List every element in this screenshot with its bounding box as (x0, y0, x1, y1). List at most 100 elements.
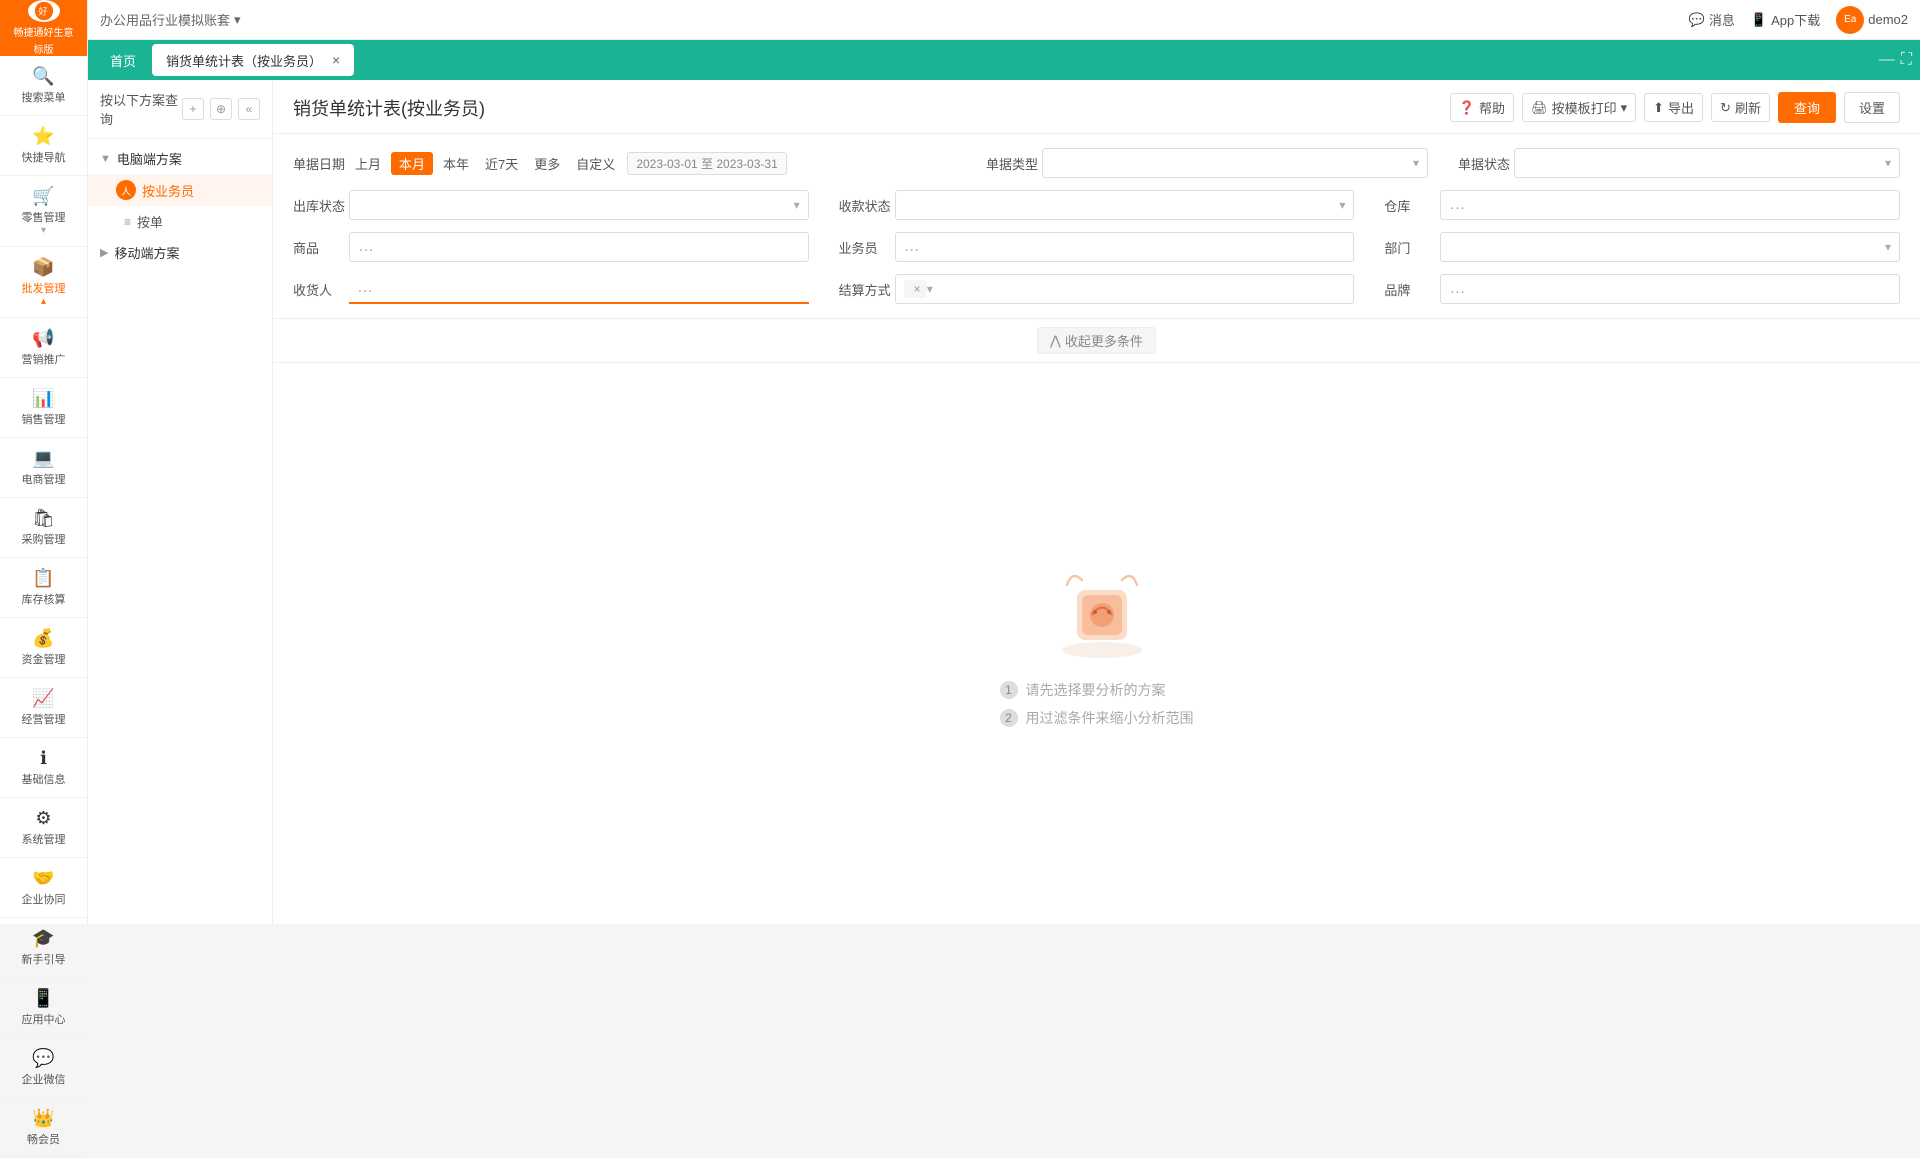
sidebar-item-guide[interactable]: 🎓 新手引导 (0, 918, 87, 978)
mobile-expand-icon: ▶ (100, 246, 108, 259)
settlement-control[interactable]: × ▾ (895, 274, 1355, 304)
user-menu[interactable]: Ea demo2 (1836, 6, 1908, 34)
ecommerce-icon: 💻 (32, 448, 54, 469)
doc-type-control[interactable]: ▾ (1042, 148, 1428, 178)
scheme-item-by-salesperson[interactable]: 人 按业务员 (88, 174, 272, 206)
username: demo2 (1868, 12, 1908, 27)
message-btn[interactable]: 💬 消息 (1689, 10, 1735, 29)
basic-icon: ℹ (40, 748, 47, 769)
star-icon: ⭐ (32, 126, 54, 147)
sidebar-item-label: 电商管理 (22, 471, 66, 487)
doc-status-filter-item: 单据状态 ▾ (1458, 148, 1900, 178)
tab-home[interactable]: 首页 (96, 44, 150, 76)
sidebar-item-label: 应用中心 (22, 1011, 66, 1027)
company-name: 办公用品行业模拟账套 (100, 10, 230, 29)
sidebar-item-retail[interactable]: 🛒 零售管理 ▾ (0, 176, 87, 247)
date-option-custom[interactable]: 自定义 (570, 152, 621, 175)
filter-row-4: 收货人 … 结算方式 × ▾ (293, 274, 1900, 304)
sidebar-item-finance[interactable]: 💰 资金管理 (0, 618, 87, 678)
left-panel-header: 按以下方案查询 + ⊕ « (88, 80, 272, 139)
content-area: 按以下方案查询 + ⊕ « ▼ 电脑端方案 人 按业务员 ≡ 按单 (88, 80, 1920, 924)
print-icon: 🖨 (1531, 100, 1548, 116)
refresh-btn[interactable]: ↻ 刷新 (1711, 93, 1770, 122)
scheme-sub-label: 按单 (137, 212, 163, 231)
empty-tip-1: 1 请先选择要分析的方案 (1000, 680, 1194, 700)
date-option-7days[interactable]: 近7天 (479, 152, 524, 175)
outbound-control[interactable]: ▾ (349, 190, 809, 220)
sidebar-item-member[interactable]: 👑 畅会员 (0, 1098, 87, 1158)
date-option-more[interactable]: 更多 (528, 152, 566, 175)
sidebar-item-inventory[interactable]: 📋 库存核算 (0, 558, 87, 618)
sidebar-item-sales[interactable]: 📊 销售管理 (0, 378, 87, 438)
department-control[interactable]: ▾ (1440, 232, 1900, 262)
marketing-icon: 📢 (32, 328, 54, 349)
sidebar-item-label: 系统管理 (22, 831, 66, 847)
app-download-btn[interactable]: 📱 App下载 (1751, 10, 1820, 29)
export-btn[interactable]: ⬆ 导出 (1644, 93, 1703, 122)
tip1-text: 请先选择要分析的方案 (1026, 680, 1166, 700)
doc-status-control[interactable]: ▾ (1514, 148, 1900, 178)
empty-tip-2: 2 用过滤条件来缩小分析范围 (1000, 708, 1194, 728)
company-dropdown[interactable]: 办公用品行业模拟账套 ▾ (100, 10, 241, 29)
filter-area: 单据日期 上月 本月 本年 近7天 更多 自定义 2023- (273, 134, 1920, 319)
sidebar-item-marketing[interactable]: 📢 营销推广 (0, 318, 87, 378)
brand-control[interactable]: … (1440, 274, 1900, 304)
date-option-last-month[interactable]: 上月 (349, 152, 387, 175)
collapse-btn[interactable]: ⋀ 收起更多条件 (1037, 327, 1156, 354)
sidebar-item-basic[interactable]: ℹ 基础信息 (0, 738, 87, 798)
member-icon: 👑 (32, 1108, 54, 1129)
header-actions: ❓ 帮助 🖨 按模板打印 ▾ ⬆ 导出 ↻ 刷新 (1450, 92, 1900, 123)
scheme-item-by-order[interactable]: ≡ 按单 (88, 206, 272, 237)
sidebar-item-enterprise[interactable]: 🤝 企业协同 (0, 858, 87, 918)
help-btn[interactable]: ❓ 帮助 (1450, 93, 1514, 122)
consignee-control[interactable]: … (349, 274, 809, 304)
sidebar-item-system[interactable]: ⚙ 系统管理 (0, 798, 87, 858)
sidebar-item-wholesale[interactable]: 📦 批发管理 ▴ (0, 247, 87, 318)
refresh-label: 刷新 (1735, 98, 1761, 117)
sidebar-item-quick-nav[interactable]: ⭐ 快捷导航 (0, 116, 87, 176)
export-label: 导出 (1668, 98, 1694, 117)
sidebar-item-operations[interactable]: 📈 经营管理 (0, 678, 87, 738)
tabbar-actions: — ⛶ (1879, 51, 1912, 69)
dept-dropdown-icon: ▾ (1885, 240, 1891, 254)
sidebar-item-label: 企业微信 (22, 1071, 66, 1087)
tab-maximize-icon[interactable]: ⛶ (1901, 51, 1912, 69)
page-header: 销货单统计表(按业务员) ❓ 帮助 🖨 按模板打印 ▾ ⬆ 导出 (273, 80, 1920, 134)
salesperson-control[interactable]: … (895, 232, 1355, 262)
scheme-group-desktop[interactable]: ▼ 电脑端方案 (88, 143, 272, 174)
settlement-dropdown-icon: ▾ (927, 282, 933, 296)
date-option-this-year[interactable]: 本年 (437, 152, 475, 175)
tab-sales-stats[interactable]: 销货单统计表（按业务员） × (152, 44, 354, 76)
sidebar-item-label: 搜索菜单 (22, 89, 66, 105)
warehouse-control[interactable]: … (1440, 190, 1900, 220)
date-option-this-month[interactable]: 本月 (391, 152, 433, 175)
sidebar-item-ecommerce[interactable]: 💻 电商管理 (0, 438, 87, 498)
sidebar-item-wechat[interactable]: 💬 企业微信 (0, 1038, 87, 1098)
phone-icon: 📱 (1751, 12, 1767, 28)
collapse-panel-btn[interactable]: « (238, 98, 260, 120)
tab-close-btn[interactable]: × (332, 52, 340, 68)
tab-minimize-icon[interactable]: — (1879, 51, 1895, 69)
settings-btn[interactable]: 设置 (1844, 92, 1900, 123)
scheme-group-mobile[interactable]: ▶ 移动端方案 (88, 237, 272, 268)
filter-row-2: 出库状态 ▾ 收款状态 ▾ (293, 190, 1900, 220)
department-label: 部门 (1384, 238, 1440, 257)
sidebar-item-apps[interactable]: 📱 应用中心 (0, 978, 87, 1038)
collapse-row: ⋀ 收起更多条件 (273, 319, 1920, 363)
date-range[interactable]: 2023-03-01 至 2023-03-31 (627, 152, 786, 175)
sidebar-item-procurement[interactable]: 🛍 采购管理 (0, 498, 87, 558)
collection-control[interactable]: ▾ (895, 190, 1355, 220)
template-print-btn[interactable]: 🖨 按模板打印 ▾ (1522, 93, 1636, 122)
settlement-clear-btn[interactable]: × (914, 282, 921, 296)
edit-scheme-btn[interactable]: ⊕ (210, 98, 232, 120)
salesperson-label: 业务员 (839, 238, 895, 257)
query-btn[interactable]: 查询 (1778, 92, 1836, 123)
add-scheme-btn[interactable]: + (182, 98, 204, 120)
main-area: 办公用品行业模拟账套 ▾ 💬 消息 📱 App下载 Ea demo2 首页 (88, 0, 1920, 924)
tab-label: 销货单统计表（按业务员） (166, 51, 322, 70)
apps-icon: 📱 (32, 988, 54, 1009)
app-name: 畅捷通好生意 (14, 24, 74, 39)
inventory-icon: 📋 (32, 568, 54, 589)
sidebar-item-search[interactable]: 🔍 搜索菜单 (0, 56, 87, 116)
goods-control[interactable]: … (349, 232, 809, 262)
